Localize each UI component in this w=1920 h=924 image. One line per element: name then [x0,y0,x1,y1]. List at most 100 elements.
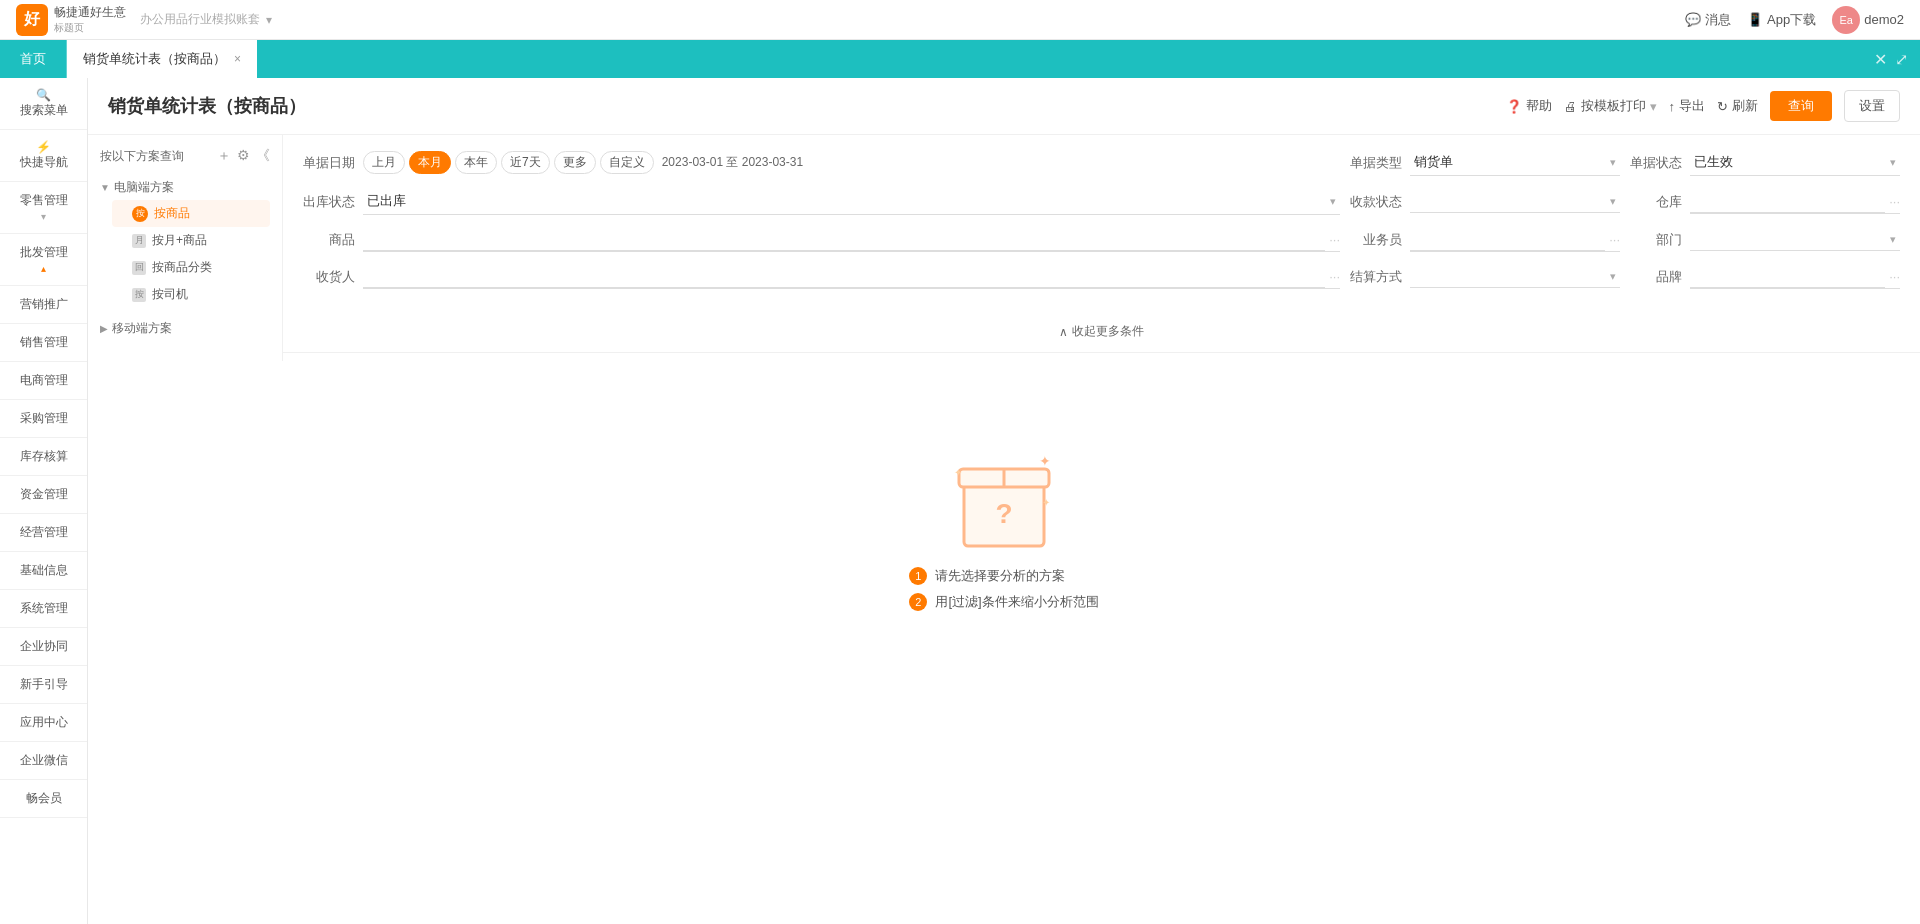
hint-num-1: 1 [909,567,927,585]
brand-dots[interactable]: ··· [1889,269,1900,284]
filter-field-salesman: 业务员 ··· [1340,227,1620,252]
scheme-sub-pc: 按 按商品 月 按月+商品 回 按商品分类 [100,200,270,308]
collapse-btn[interactable]: ∧ 收起更多条件 [1059,323,1144,340]
sidebar-item-app-center[interactable]: 应用中心 [0,704,87,742]
setting-button[interactable]: 设置 [1844,90,1900,122]
svg-text:?: ? [995,498,1012,529]
sidebar-item-marketing[interactable]: 营销推广 [0,286,87,324]
sidebar-item-sales[interactable]: 销售管理 [0,324,87,362]
recipient-dots[interactable]: ··· [1329,269,1340,284]
recipient-input[interactable] [363,264,1325,288]
scheme-collapse-icon[interactable]: 《 [256,147,270,165]
date-custom-btn[interactable]: 自定义 [600,151,654,174]
sidebar-item-beginner[interactable]: 新手引导 [0,666,87,704]
date-control: 上月 本月 本年 近7天 更多 自定义 2023-03-01 至 2023-03… [363,151,1340,174]
out-status-dropdown-icon: ▾ [1330,195,1336,208]
doc-type-label: 单据类型 [1340,154,1410,172]
refresh-btn[interactable]: ↻ 刷新 [1717,97,1758,115]
tab-active-label: 销货单统计表（按商品） [83,50,226,68]
print-btn[interactable]: 🖨 按模板打印 ▾ [1564,97,1657,115]
tab-close-btn[interactable]: × [234,52,241,66]
brand-control: ··· [1690,264,1900,289]
scheme-item-by-month-product[interactable]: 月 按月+商品 [112,227,270,254]
sidebar-item-inventory[interactable]: 库存核算 [0,438,87,476]
out-status-select[interactable]: 已出库 ▾ [363,188,1340,215]
scheme-settings-icon[interactable]: ⚙ [237,147,250,165]
scheme-add-icon[interactable]: ＋ [217,147,231,165]
empty-hints: 1 请先选择要分析的方案 2 用[过滤]条件来缩小分析范围 [909,567,1098,611]
warehouse-control: ··· [1690,189,1900,214]
doc-status-dropdown-icon: ▾ [1890,156,1896,169]
sidebar-item-enterprise-wechat[interactable]: 企业微信 [0,742,87,780]
tab-window-btns: ✕ ⤢ [1862,40,1920,78]
empty-illustration: ? ✦ ✦ ✦ [944,441,1064,551]
date-filter: 上月 本月 本年 近7天 更多 自定义 2023-03-01 至 2023-03… [363,151,1340,174]
print-dropdown-icon[interactable]: ▾ [1650,99,1657,114]
scheme-item-by-product[interactable]: 按 按商品 [112,200,270,227]
sidebar-item-member[interactable]: 畅会员 [0,780,87,818]
export-btn[interactable]: ↑ 导出 [1669,97,1706,115]
sidebar-item-basic[interactable]: 基础信息 [0,552,87,590]
sidebar-item-finance[interactable]: 资金管理 [0,476,87,514]
nav-dropdown-icon[interactable]: ▾ [266,13,272,27]
close-window-btn[interactable]: ✕ [1874,50,1887,69]
sidebar-item-quicknav[interactable]: ⚡ 快捷导航 [0,130,87,182]
doc-status-label: 单据状态 [1620,154,1690,172]
brand-label: 品牌 [1620,268,1690,286]
warehouse-dots[interactable]: ··· [1889,194,1900,209]
avatar: Ea [1832,6,1860,34]
date-this-year-btn[interactable]: 本年 [455,151,497,174]
filter-field-department: 部门 ▾ [1620,229,1900,251]
tab-spacer [257,40,1862,78]
filter-row-3: 商品 ··· 业务员 [303,227,1900,252]
hint-num-2: 2 [909,593,927,611]
filter-row-4: 收货人 ··· 结算方式 [303,264,1900,289]
sidebar-item-enterprise-collab[interactable]: 企业协同 [0,628,87,666]
warehouse-input[interactable] [1690,189,1885,213]
message-btn[interactable]: 💬 消息 [1685,11,1731,29]
scheme-item-by-category[interactable]: 回 按商品分类 [112,254,270,281]
filter-field-warehouse: 仓库 ··· [1620,189,1900,214]
sidebar-item-ecommerce[interactable]: 电商管理 [0,362,87,400]
brand-input[interactable] [1690,264,1885,288]
app-download-btn[interactable]: 📱 App下载 [1747,11,1816,29]
out-status-label: 出库状态 [303,193,363,211]
settlement-select[interactable]: ▾ [1410,266,1620,288]
product-dots[interactable]: ··· [1329,232,1340,247]
receipt-status-select[interactable]: ▾ [1410,191,1620,213]
department-select[interactable]: ▾ [1690,229,1900,251]
scheme-item-by-driver[interactable]: 按 按司机 [112,281,270,308]
help-btn[interactable]: ❓ 帮助 [1506,97,1552,115]
salesman-control: ··· [1410,227,1620,252]
query-button[interactable]: 查询 [1770,91,1832,121]
date-more-btn[interactable]: 更多 [554,151,596,174]
scheme-panel: 按以下方案查询 ＋ ⚙ 《 ▼ 电脑端方案 [88,135,283,361]
tab-home[interactable]: 首页 [0,40,67,78]
sidebar-item-purchase[interactable]: 采购管理 [0,400,87,438]
date-this-month-btn[interactable]: 本月 [409,151,451,174]
filter-form-and-buttons: 单据日期 上月 本月 本年 近7天 更多 自定义 [283,135,1920,315]
filter-field-doc-status: 单据状态 已生效 ▾ [1620,149,1900,176]
empty-state: ? ✦ ✦ ✦ 1 请先选择要分析的方案 2 [88,361,1920,651]
tab-active[interactable]: 销货单统计表（按商品） × [67,40,257,78]
scheme-header-icons: ＋ ⚙ 《 [217,147,270,165]
top-header: 好 畅捷通好生意 标题页 办公用品行业模拟账套 ▾ 💬 消息 📱 App下载 E… [0,0,1920,40]
sidebar-item-search[interactable]: 🔍 搜索菜单 [0,78,87,130]
sidebar-item-wholesale[interactable]: 批发管理 ▴ [0,234,87,286]
doc-status-select[interactable]: 已生效 ▾ [1690,149,1900,176]
filter-field-date: 单据日期 上月 本月 本年 近7天 更多 自定义 [303,151,1340,174]
doc-type-select[interactable]: 销货单 ▾ [1410,149,1620,176]
salesman-dots[interactable]: ··· [1609,232,1620,247]
salesman-input[interactable] [1410,227,1605,251]
product-input[interactable] [363,227,1325,251]
maximize-btn[interactable]: ⤢ [1895,50,1908,69]
scheme-group-pc-title[interactable]: ▼ 电脑端方案 [100,175,270,200]
sidebar-item-retail[interactable]: 零售管理 ▾ [0,182,87,234]
sidebar-item-system[interactable]: 系统管理 [0,590,87,628]
scheme-group-mobile-title[interactable]: ▶ 移动端方案 [100,316,270,341]
date-7days-btn[interactable]: 近7天 [501,151,550,174]
filter-field-receipt-status: 收款状态 ▾ [1340,191,1620,213]
date-last-month-btn[interactable]: 上月 [363,151,405,174]
sidebar-item-operations[interactable]: 经营管理 [0,514,87,552]
user-btn[interactable]: Ea demo2 [1832,6,1904,34]
